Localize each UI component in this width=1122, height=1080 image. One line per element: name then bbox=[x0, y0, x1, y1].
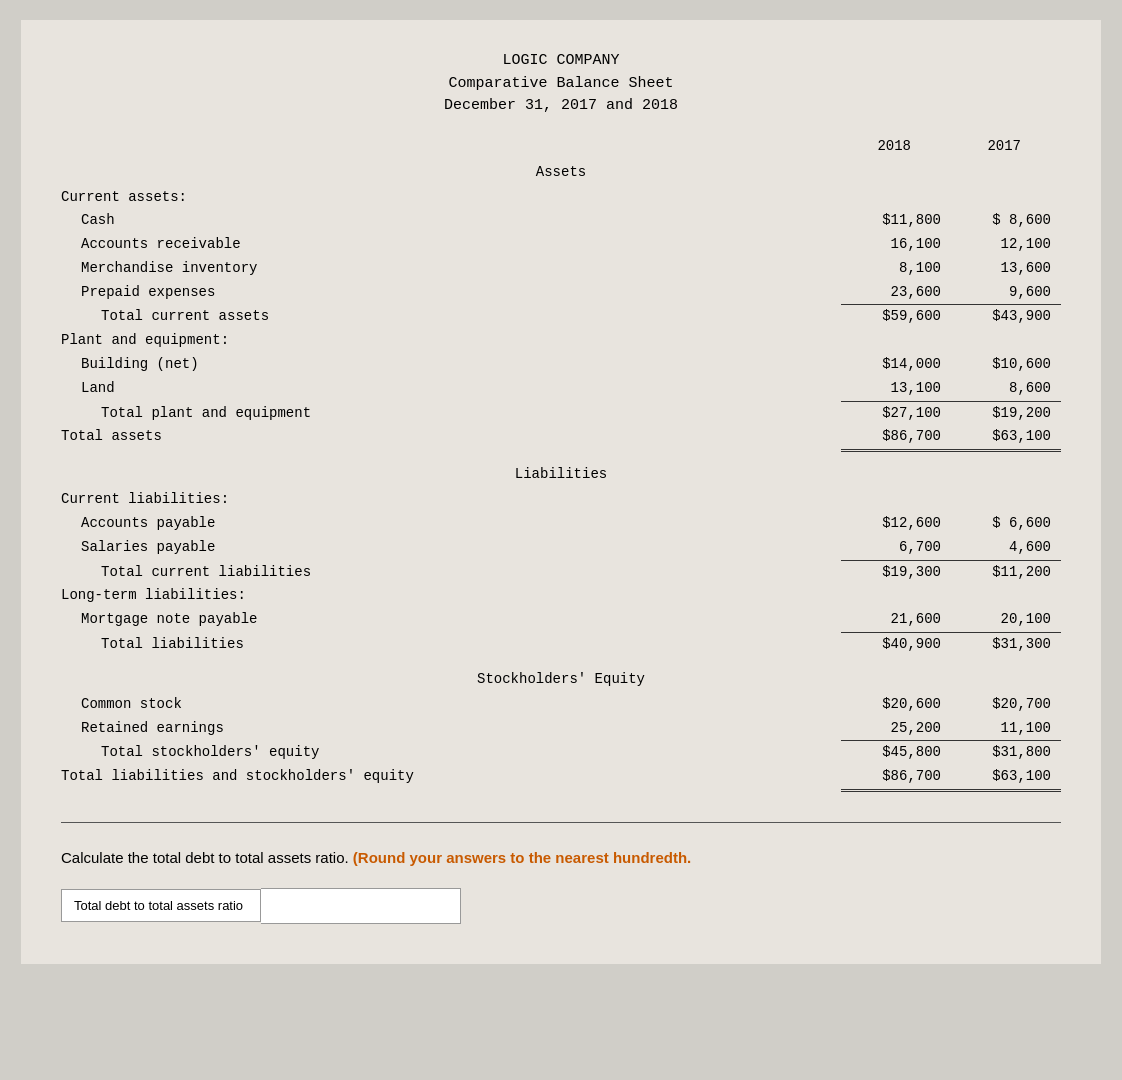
page-container: LOGIC COMPANY Comparative Balance Sheet … bbox=[21, 20, 1101, 964]
inventory-row: Merchandise inventory 8,100 13,600 bbox=[61, 257, 1061, 281]
building-row: Building (net) $14,000 $10,600 bbox=[61, 353, 1061, 377]
report-subtitle2: December 31, 2017 and 2018 bbox=[61, 95, 1061, 118]
grand-total-row: Total liabilities and stockholders' equi… bbox=[61, 765, 1061, 792]
input-row: Total debt to total assets ratio bbox=[61, 888, 1061, 924]
equity-section-title: Stockholders' Equity bbox=[61, 671, 1061, 687]
bottom-divider bbox=[61, 822, 1061, 823]
question-text-bold: (Round your answers to the nearest hundr… bbox=[353, 849, 691, 866]
total-equity-row: Total stockholders' equity $45,800 $31,8… bbox=[61, 741, 1061, 765]
plant-heading: Plant and equipment: bbox=[61, 329, 1061, 353]
common-stock-row: Common stock $20,600 $20,700 bbox=[61, 693, 1061, 717]
report-header: LOGIC COMPANY Comparative Balance Sheet … bbox=[61, 50, 1061, 118]
salaries-row: Salaries payable 6,700 4,600 bbox=[61, 536, 1061, 561]
question-text-before: Calculate the total debt to total assets… bbox=[61, 849, 349, 866]
total-plant-row: Total plant and equipment $27,100 $19,20… bbox=[61, 402, 1061, 426]
balance-sheet: 2018 2017 Assets Current assets: Cash $1… bbox=[61, 138, 1061, 793]
debt-ratio-input[interactable] bbox=[261, 888, 461, 924]
year-2017: 2017 bbox=[911, 138, 1021, 154]
ap-row: Accounts payable $12,600 $ 6,600 bbox=[61, 512, 1061, 536]
liabilities-section-title: Liabilities bbox=[61, 466, 1061, 482]
retained-earnings-row: Retained earnings 25,200 11,100 bbox=[61, 717, 1061, 742]
current-liabilities-heading: Current liabilities: bbox=[61, 488, 1061, 512]
prepaid-row: Prepaid expenses 23,600 9,600 bbox=[61, 281, 1061, 306]
current-assets-heading: Current assets: bbox=[61, 186, 1061, 210]
total-assets-row: Total assets $86,700 $63,100 bbox=[61, 425, 1061, 452]
question-section: Calculate the total debt to total assets… bbox=[61, 847, 1061, 924]
question-text: Calculate the total debt to total assets… bbox=[61, 847, 1061, 870]
year-header: 2018 2017 bbox=[61, 138, 1061, 154]
mortgage-row: Mortgage note payable 21,600 20,100 bbox=[61, 608, 1061, 633]
cash-row: Cash $11,800 $ 8,600 bbox=[61, 209, 1061, 233]
assets-section-title: Assets bbox=[61, 164, 1061, 180]
input-label: Total debt to total assets ratio bbox=[61, 889, 261, 922]
total-liabilities-row: Total liabilities $40,900 $31,300 bbox=[61, 633, 1061, 657]
land-row: Land 13,100 8,600 bbox=[61, 377, 1061, 402]
company-name: LOGIC COMPANY bbox=[61, 50, 1061, 73]
longterm-heading: Long-term liabilities: bbox=[61, 584, 1061, 608]
report-subtitle1: Comparative Balance Sheet bbox=[61, 73, 1061, 96]
ar-row: Accounts receivable 16,100 12,100 bbox=[61, 233, 1061, 257]
total-current-liabilities-row: Total current liabilities $19,300 $11,20… bbox=[61, 561, 1061, 585]
total-current-assets-row: Total current assets $59,600 $43,900 bbox=[61, 305, 1061, 329]
year-2018: 2018 bbox=[801, 138, 911, 154]
